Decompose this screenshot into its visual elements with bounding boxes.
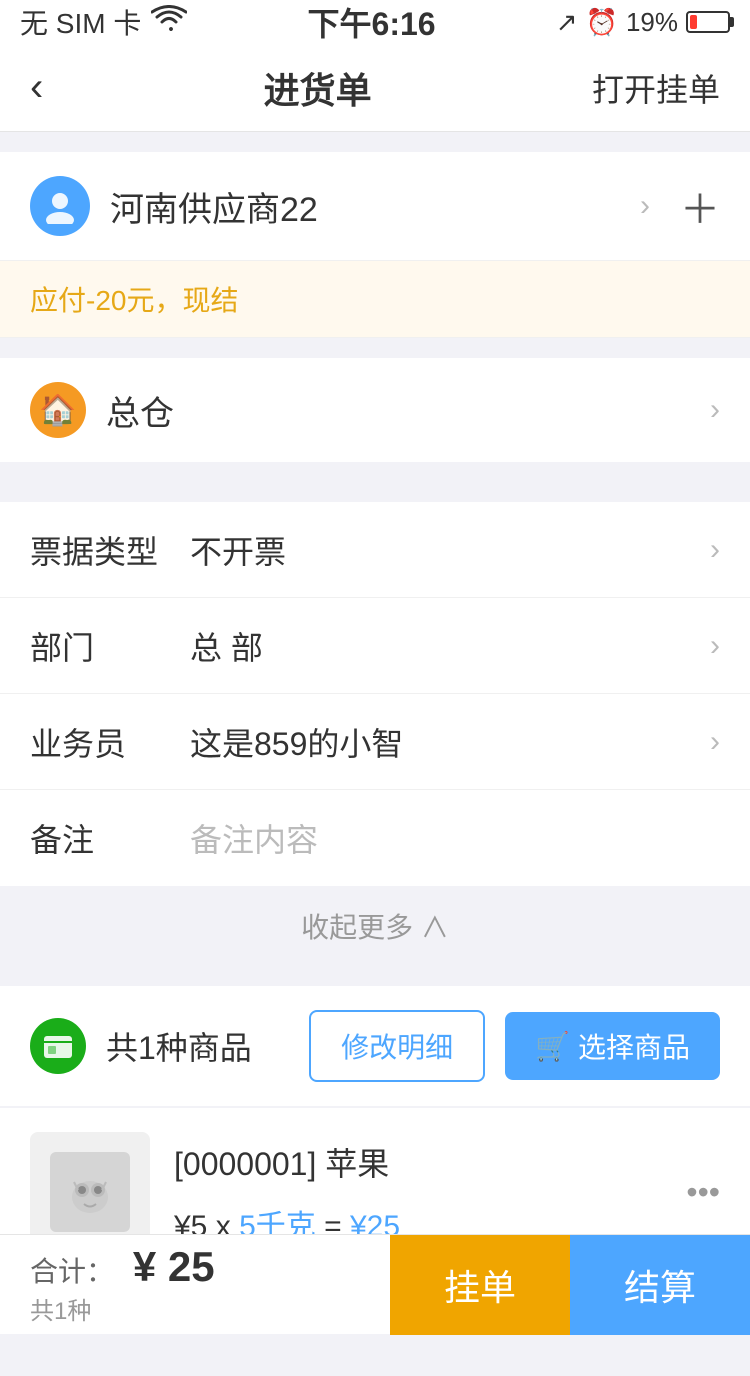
supplier-card: 河南供应商22 › ＋ 应付-20元，现结	[0, 152, 750, 338]
product-name: [0000001] 苹果	[174, 1139, 662, 1185]
add-button[interactable]: ＋	[680, 177, 720, 235]
dept-value: 总 部	[170, 623, 710, 669]
product-more-button[interactable]: •••	[686, 1174, 720, 1211]
alarm-icon: ⏰	[586, 7, 618, 38]
product-id: [0000001]	[174, 1146, 316, 1182]
salesman-row[interactable]: 业务员 这是859的小智 ›	[0, 694, 750, 790]
status-left: 无 SIM 卡	[20, 2, 187, 42]
total-section: 合计： ¥ 25 共1种	[0, 1243, 390, 1326]
dept-chevron-icon: ›	[710, 629, 720, 663]
invoice-type-value: 不开票	[170, 527, 710, 573]
bottom-bar: 合计： ¥ 25 共1种 挂单 结算	[0, 1234, 750, 1334]
products-header: 共1种商品 修改明细 🛒 选择商品	[0, 986, 750, 1106]
dept-row[interactable]: 部门 总 部 ›	[0, 598, 750, 694]
products-icon	[30, 1018, 86, 1074]
invoice-type-row[interactable]: 票据类型 不开票 ›	[0, 502, 750, 598]
open-hang-button[interactable]: 打开挂单	[592, 65, 720, 111]
salesman-chevron-icon: ›	[710, 725, 720, 759]
total-label: 合计：	[30, 1256, 114, 1287]
warehouse-name: 总仓	[106, 386, 710, 435]
salesman-value: 这是859的小智	[170, 719, 710, 765]
select-product-button[interactable]: 🛒 选择商品	[505, 1012, 720, 1080]
product-title: 苹果	[325, 1146, 389, 1182]
salesman-label: 业务员	[30, 719, 170, 765]
product-thumb-inner	[50, 1152, 130, 1232]
status-time: 下午6:16	[308, 0, 436, 45]
invoice-type-chevron-icon: ›	[710, 533, 720, 567]
notice-bar: 应付-20元，现结	[0, 261, 750, 338]
status-bar: 无 SIM 卡 下午6:16 ↗ ⏰ 19%	[0, 0, 750, 44]
page-title: 进货单	[264, 62, 372, 114]
product-info: [0000001] 苹果 ¥5 x 5千克 = ¥25	[174, 1139, 662, 1245]
battery-icon	[686, 11, 730, 33]
nav-bar: ‹ 进货单 打开挂单	[0, 44, 750, 132]
supplier-row[interactable]: 河南供应商22 › ＋	[0, 152, 750, 261]
remark-row[interactable]: 备注 备注内容	[0, 790, 750, 886]
supplier-name: 河南供应商22	[110, 182, 640, 231]
hang-button[interactable]: 挂单	[390, 1235, 570, 1335]
location-icon: ↗	[556, 7, 578, 38]
invoice-type-label: 票据类型	[30, 527, 170, 573]
wifi-icon	[151, 5, 187, 40]
section-gap-3	[0, 462, 750, 482]
status-right: ↗ ⏰ 19%	[556, 7, 730, 38]
edit-detail-button[interactable]: 修改明细	[309, 1010, 485, 1082]
back-button[interactable]: ‹	[30, 65, 43, 110]
total-count: 共1种	[30, 1291, 360, 1326]
supplier-avatar	[30, 176, 90, 236]
collapse-bar[interactable]: 收起更多 ∧	[0, 886, 750, 966]
supplier-chevron-icon: ›	[640, 189, 650, 223]
cart-icon: 🛒	[535, 1030, 570, 1063]
remark-label: 备注	[30, 815, 170, 861]
battery-text: 19%	[626, 7, 678, 38]
warehouse-card: 🏠 总仓 ›	[0, 358, 750, 462]
warehouse-chevron-icon: ›	[710, 393, 720, 427]
form-section: 票据类型 不开票 › 部门 总 部 › 业务员 这是859的小智 › 备注 备注…	[0, 502, 750, 886]
carrier-text: 无 SIM 卡	[20, 2, 141, 42]
dept-label: 部门	[30, 623, 170, 669]
checkout-button[interactable]: 结算	[570, 1235, 750, 1335]
warehouse-row[interactable]: 🏠 总仓 ›	[0, 358, 750, 462]
section-gap-4	[0, 966, 750, 986]
select-product-label: 选择商品	[578, 1026, 690, 1066]
product-count-label: 共1种商品	[106, 1023, 289, 1069]
warehouse-icon: 🏠	[30, 382, 86, 438]
remark-input[interactable]: 备注内容	[170, 815, 720, 861]
section-gap-2	[0, 338, 750, 358]
total-amount: ¥ 25	[133, 1243, 215, 1290]
section-gap-1	[0, 132, 750, 152]
